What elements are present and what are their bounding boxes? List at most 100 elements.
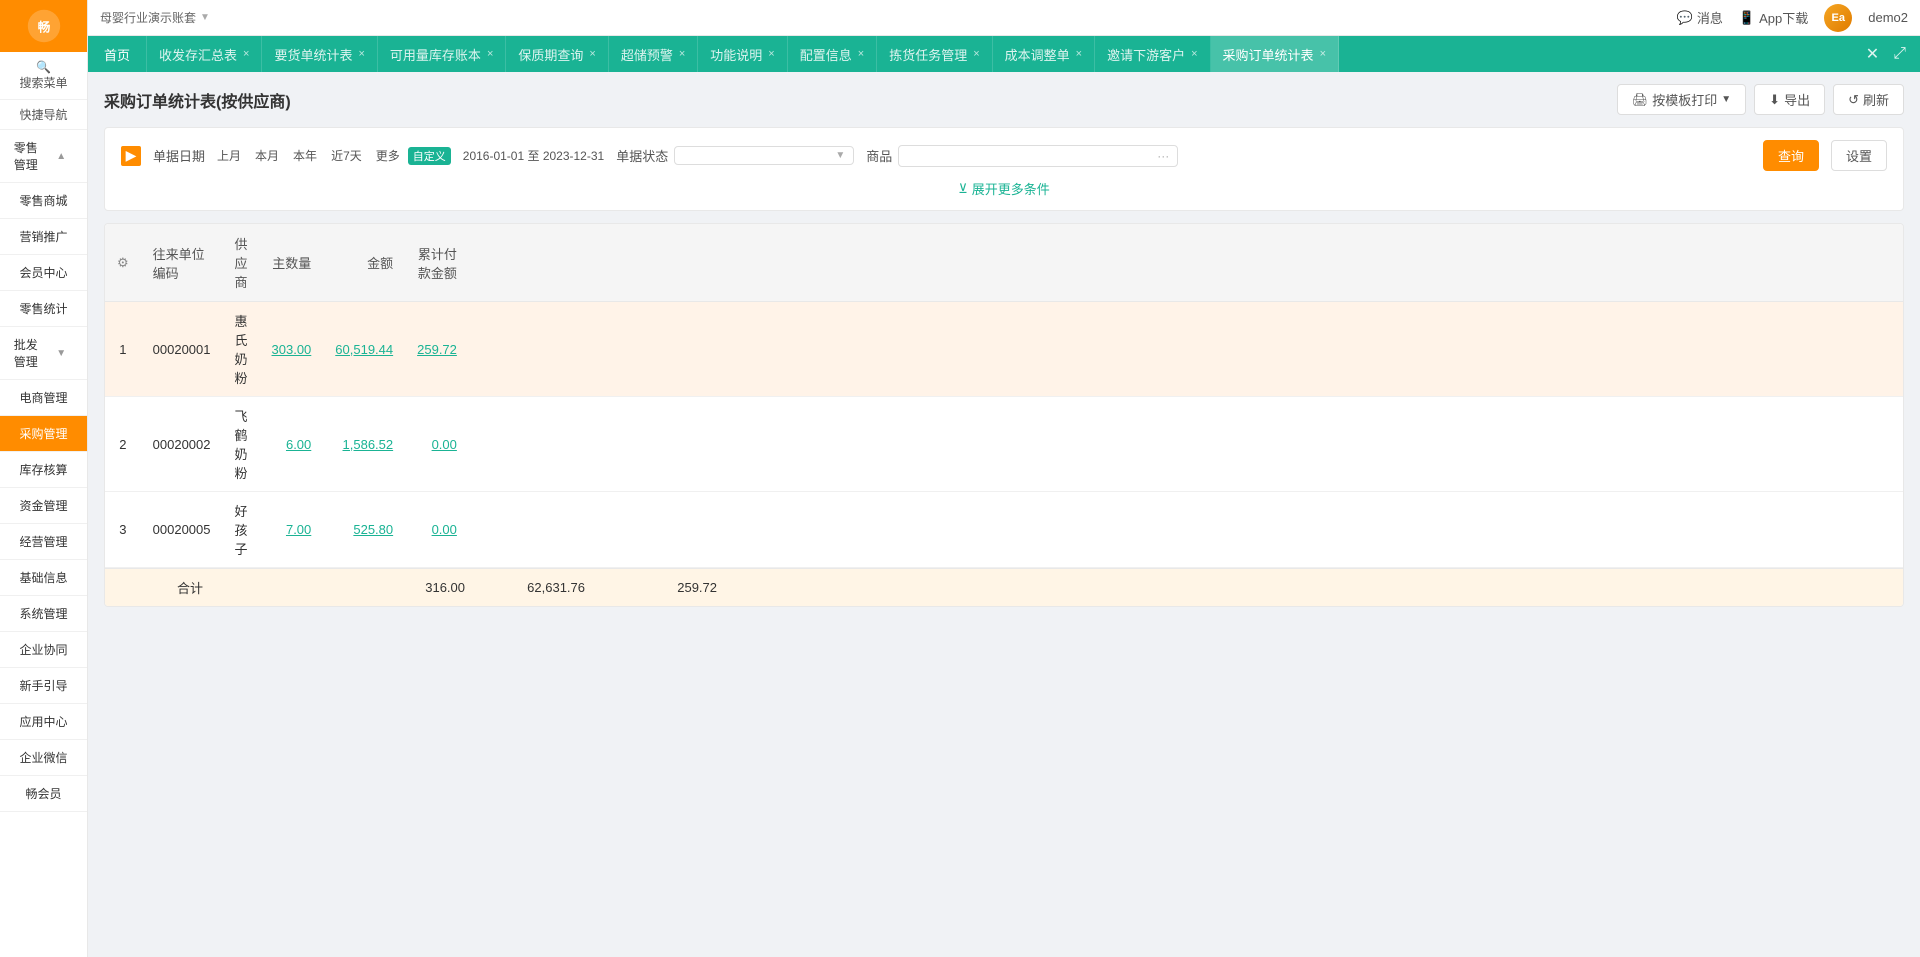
sidebar-item-wholesale[interactable]: 批发管理 ▼ <box>0 327 87 380</box>
tab-close-icon[interactable]: × <box>768 48 774 60</box>
sidebar-item-enterprise[interactable]: 企业协同 <box>0 632 87 668</box>
date-shortcut-last-month[interactable]: 上月 <box>211 145 247 166</box>
tab-chengben[interactable]: 成本调整单 × <box>993 36 1095 72</box>
row-no: 3 <box>105 492 141 568</box>
tab-close-icon[interactable]: × <box>973 48 979 60</box>
row-code: 00020002 <box>141 397 223 492</box>
tab-close-icon[interactable]: × <box>487 48 493 60</box>
tab-yaoqing[interactable]: 邀请下游客户 × <box>1095 36 1210 72</box>
sidebar-item-finance[interactable]: 资金管理 <box>0 488 87 524</box>
message-btn[interactable]: 💬 消息 <box>1677 8 1723 27</box>
tab-close-icon[interactable]: × <box>589 48 595 60</box>
date-shortcut-this-year[interactable]: 本年 <box>287 145 323 166</box>
refresh-button[interactable]: ↺ 刷新 <box>1833 84 1904 115</box>
sidebar-item-label: 零售商城 <box>8 192 79 209</box>
app-download-btn[interactable]: 📱 App下载 <box>1739 8 1808 27</box>
tab-label: 成本调整单 <box>1005 45 1070 64</box>
user-avatar[interactable]: Ea <box>1824 4 1852 32</box>
tab-close-icon[interactable]: × <box>1191 48 1197 60</box>
sidebar-item-operations[interactable]: 经营管理 <box>0 524 87 560</box>
sidebar-item-wechat[interactable]: 企业微信 <box>0 740 87 776</box>
user-initial: Ea <box>1832 12 1845 24</box>
date-custom-badge[interactable]: 自定义 <box>408 147 451 165</box>
page-title: 采购订单统计表(按供应商) <box>104 88 291 112</box>
tab-chaochuyujing[interactable]: 超储预警 × <box>609 36 698 72</box>
sidebar-item-label: 库存核算 <box>8 461 79 478</box>
sidebar-item-purchase[interactable]: 采购管理 <box>0 416 87 452</box>
tab-close-icon[interactable]: × <box>243 48 249 60</box>
tab-close-icon[interactable]: × <box>858 48 864 60</box>
table-body: 1 00020001 惠氏奶粉 303.00 60,519.44 259.72 … <box>105 302 1903 568</box>
sidebar-item-member-center[interactable]: 会员中心 <box>0 255 87 291</box>
sidebar-item-appcenter[interactable]: 应用中心 <box>0 704 87 740</box>
print-icon: 🖨 <box>1632 92 1649 108</box>
sidebar-item-system[interactable]: 系统管理 <box>0 596 87 632</box>
col-extra <box>469 224 1903 302</box>
qty-link[interactable]: 7.00 <box>286 522 311 537</box>
export-button[interactable]: ⬇ 导出 <box>1754 84 1825 115</box>
paid-link[interactable]: 0.00 <box>432 437 457 452</box>
sidebar-item-retail-management[interactable]: 零售管理 ▲ <box>0 130 87 183</box>
tab-expand-btn[interactable]: ⤢ <box>1887 41 1912 67</box>
svg-text:畅: 畅 <box>37 19 50 34</box>
amount-link[interactable]: 1,586.52 <box>343 437 394 452</box>
more-icon[interactable]: ··· <box>1157 149 1169 163</box>
tab-gongneng[interactable]: 功能说明 × <box>698 36 787 72</box>
quick-nav[interactable]: 快捷导航 <box>0 100 87 130</box>
sidebar-item-retail-stats[interactable]: 零售统计 <box>0 291 87 327</box>
filter-area: ▶ 单据日期 上月 本月 本年 近7天 更多 自定义 2016-01-01 至 … <box>104 127 1904 211</box>
query-button[interactable]: 查询 <box>1763 140 1819 171</box>
breadcrumb: 母婴行业演示账套 ▼ <box>100 9 210 26</box>
paid-link[interactable]: 0.00 <box>432 522 457 537</box>
sidebar-item-label: 系统管理 <box>8 605 79 622</box>
tab-label: 收发存汇总表 <box>159 45 237 64</box>
data-table-container: ⚙ 往来单位编码 供应商 主数量 金额 累计付款金额 1 00020001 <box>104 223 1904 607</box>
qty-link[interactable]: 303.00 <box>272 342 312 357</box>
row-supplier: 飞鹤奶粉 <box>223 397 260 492</box>
date-shortcut-more[interactable]: 更多 <box>370 145 406 166</box>
sidebar-item-label: 新手引导 <box>8 677 79 694</box>
filter-toggle-btn[interactable]: ▶ <box>121 146 141 166</box>
tab-home[interactable]: 首页 <box>88 36 147 72</box>
paid-link[interactable]: 259.72 <box>417 342 457 357</box>
amount-link[interactable]: 60,519.44 <box>335 342 393 357</box>
sidebar-item-label: 电商管理 <box>8 389 79 406</box>
status-select[interactable]: ▼ <box>674 146 854 165</box>
tab-shoufaahui[interactable]: 收发存汇总表 × <box>147 36 262 72</box>
row-amount: 1,586.52 <box>323 397 405 492</box>
amount-link[interactable]: 525.80 <box>353 522 393 537</box>
chevron-down-icon: ▼ <box>1721 94 1731 105</box>
sidebar-item-label: 应用中心 <box>8 713 79 730</box>
sidebar-item-vip[interactable]: 畅会员 <box>0 776 87 812</box>
expand-more-btn[interactable]: ⊻ 展开更多条件 <box>958 179 1050 198</box>
tab-caigou[interactable]: 采购订单统计表 × <box>1211 36 1339 72</box>
date-shortcut-this-month[interactable]: 本月 <box>249 145 285 166</box>
app-label: App下载 <box>1759 8 1808 27</box>
tab-tuohuo[interactable]: 拣货任务管理 × <box>877 36 992 72</box>
sidebar-item-basics[interactable]: 基础信息 <box>0 560 87 596</box>
tab-peizhi[interactable]: 配置信息 × <box>788 36 877 72</box>
tab-close-all-btn[interactable]: ✕ <box>1860 40 1885 68</box>
search-menu[interactable]: 🔍 搜索菜单 <box>0 52 87 100</box>
tab-close-icon[interactable]: × <box>679 48 685 60</box>
tab-close-icon[interactable]: × <box>1320 48 1326 60</box>
date-label: 单据日期 <box>153 146 205 165</box>
sidebar-item-ecommerce[interactable]: 电商管理 <box>0 380 87 416</box>
tab-close-icon[interactable]: × <box>358 48 364 60</box>
goods-select[interactable]: ··· <box>898 145 1178 167</box>
qty-link[interactable]: 6.00 <box>286 437 311 452</box>
tab-keyongliku[interactable]: 可用量库存账本 × <box>378 36 506 72</box>
main-area: 母婴行业演示账套 ▼ 💬 消息 📱 App下载 Ea demo2 首页 收发存汇… <box>88 0 1920 957</box>
sidebar-item-retail-mall[interactable]: 零售商城 <box>0 183 87 219</box>
sidebar-item-inventory[interactable]: 库存核算 <box>0 452 87 488</box>
print-button[interactable]: 🖨 按模板打印 ▼ <box>1617 84 1746 115</box>
settings-icon[interactable]: ⚙ <box>117 255 129 270</box>
date-shortcut-7days[interactable]: 近7天 <box>325 145 368 166</box>
sidebar-item-marketing[interactable]: 营销推广 <box>0 219 87 255</box>
tab-baozhi[interactable]: 保质期查询 × <box>506 36 608 72</box>
search-icon: 🔍 <box>36 60 51 74</box>
tab-close-icon[interactable]: × <box>1076 48 1082 60</box>
sidebar-item-newguide[interactable]: 新手引导 <box>0 668 87 704</box>
settings-button[interactable]: 设置 <box>1831 140 1887 171</box>
tab-yaohuo[interactable]: 要货单统计表 × <box>262 36 377 72</box>
